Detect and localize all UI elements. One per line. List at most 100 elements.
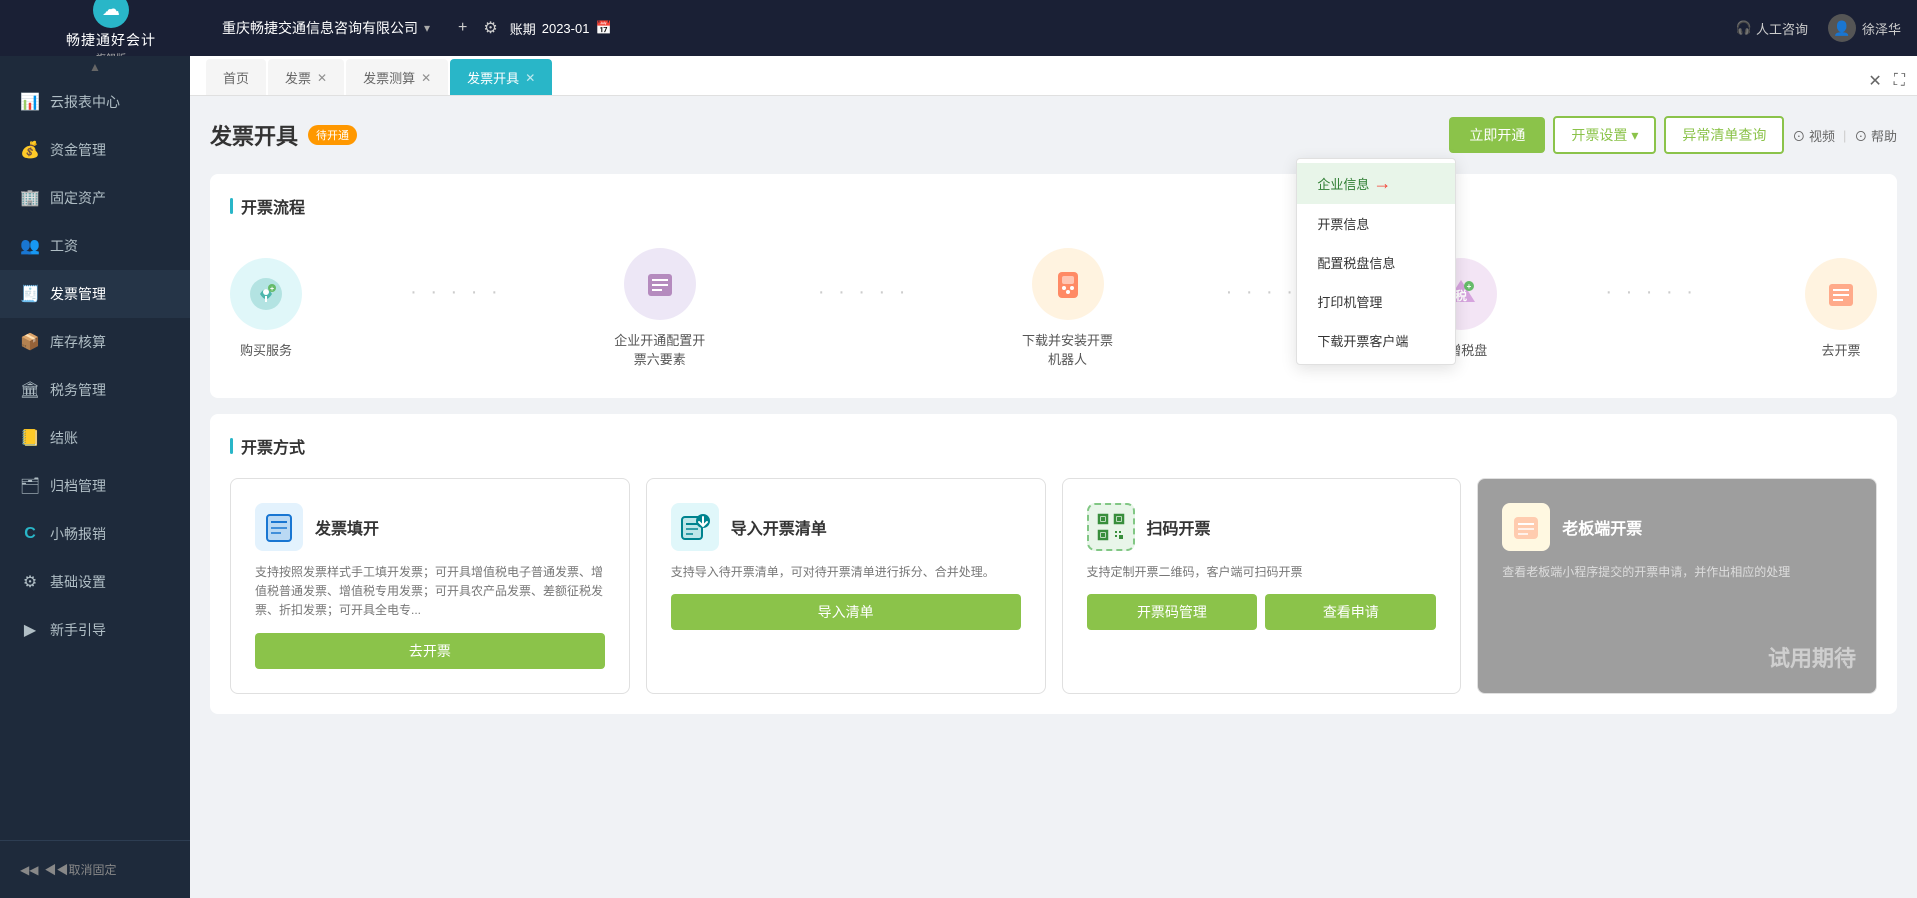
sidebar-item-inventory[interactable]: 📦 库存核算 bbox=[0, 318, 190, 366]
import-list-button[interactable]: 导入清单 bbox=[671, 594, 1021, 630]
fill-method-icon bbox=[255, 503, 303, 551]
svg-text:税: 税 bbox=[1455, 288, 1467, 303]
company-selector[interactable]: 重庆畅捷交通信息咨询有限公司 ▾ bbox=[206, 18, 446, 38]
sidebar-item-expense[interactable]: C 小畅报销 bbox=[0, 510, 190, 558]
video-button[interactable]: ⊙ 视频 bbox=[1792, 126, 1835, 145]
logo-icon: ☁ bbox=[93, 0, 129, 28]
sidebar-item-invoice-mgmt[interactable]: 🧾 发票管理 bbox=[0, 270, 190, 318]
calendar-icon: 📅 bbox=[595, 20, 611, 36]
sidebar-item-fixed-assets[interactable]: 🏢 固定资产 bbox=[0, 174, 190, 222]
sidebar-item-salary[interactable]: 👥 工资 bbox=[0, 222, 190, 270]
tab-bar: 首页 发票 ✕ 发票测算 ✕ 发票开具 ✕ ✕ ⛶ bbox=[190, 56, 1917, 96]
fixed-assets-icon: 🏢 bbox=[20, 188, 40, 208]
tab-close-button[interactable]: ✕ bbox=[1864, 67, 1885, 95]
sidebar-item-new-guide[interactable]: ▶ 新手引导 bbox=[0, 606, 190, 654]
sidebar-label-inventory: 库存核算 bbox=[50, 332, 106, 352]
import-method-desc: 支持导入待开票清单，可对待开票清单进行拆分、合并处理。 bbox=[671, 563, 1021, 582]
sidebar-item-cloud-report[interactable]: 📊 云报表中心 bbox=[0, 78, 190, 126]
flow-dots-1: · · · · · bbox=[302, 281, 610, 336]
new-guide-icon: ▶ bbox=[20, 620, 40, 640]
tab-invoice-label: 发票 bbox=[285, 68, 311, 87]
sidebar-label-fixed-assets: 固定资产 bbox=[50, 188, 106, 208]
sidebar: ▲ 📊 云报表中心 💰 资金管理 🏢 固定资产 👥 工资 🧾 发票管理 📦 库存… bbox=[0, 56, 190, 898]
sidebar-label-accounting: 结账 bbox=[50, 428, 78, 448]
sidebar-label-tax: 税务管理 bbox=[50, 380, 106, 400]
tab-invoice-open[interactable]: 发票开具 ✕ bbox=[450, 59, 552, 95]
methods-section-title: 开票方式 bbox=[230, 434, 1877, 458]
scan-method-desc: 支持定制开票二维码，客户端可扫码开票 bbox=[1087, 563, 1437, 582]
logo-symbol: ☁ bbox=[102, 0, 120, 20]
boss-method-header: 老板端开票 bbox=[1502, 503, 1852, 551]
add-button[interactable]: + bbox=[458, 19, 467, 37]
period-selector[interactable]: 账期 2023-01 📅 bbox=[510, 19, 612, 38]
tab-invoice-calc-close[interactable]: ✕ bbox=[421, 71, 431, 85]
dropdown-item-printer-mgmt[interactable]: 打印机管理 bbox=[1297, 282, 1455, 321]
boss-method-title: 老板端开票 bbox=[1562, 515, 1642, 539]
methods-section: 开票方式 bbox=[210, 414, 1897, 714]
scan-buttons: 开票码管理 查看申请 bbox=[1087, 594, 1437, 630]
tab-home[interactable]: 首页 bbox=[206, 59, 266, 95]
flow-step-2: 企业开通配置开票六要素 bbox=[610, 248, 710, 368]
methods-grid: 发票填开 支持按照发票样式手工填开发票；可开具增值税电子普通发票、增值税普通发票… bbox=[230, 478, 1877, 694]
sidebar-item-tax-mgmt[interactable]: 🏛 税务管理 bbox=[0, 366, 190, 414]
import-method-title: 导入开票清单 bbox=[731, 515, 827, 539]
company-dropdown-arrow: ▾ bbox=[424, 21, 430, 35]
tab-invoice[interactable]: 发票 ✕ bbox=[268, 59, 344, 95]
flow-step-3: 下载并安装开票机器人 bbox=[1018, 248, 1118, 368]
help-button[interactable]: ⊙ 帮助 bbox=[1854, 126, 1897, 145]
dropdown-item-company-info[interactable]: 企业信息 → bbox=[1297, 163, 1455, 204]
tax-icon: 🏛 bbox=[20, 380, 40, 400]
abnormal-query-button[interactable]: 异常清单查询 bbox=[1664, 116, 1784, 154]
user-icon: 👤 bbox=[1833, 20, 1850, 37]
sidebar-item-accounting[interactable]: 📒 结账 bbox=[0, 414, 190, 462]
activate-button[interactable]: 立即开通 bbox=[1449, 117, 1545, 153]
settings-button-label: 开票设置 bbox=[1571, 125, 1627, 145]
scroll-up-icon: ▲ bbox=[89, 60, 101, 74]
qr-manage-button[interactable]: 开票码管理 bbox=[1087, 594, 1258, 630]
user-name: 徐泽华 bbox=[1862, 19, 1901, 38]
page-title: 发票开具 待开通 bbox=[210, 119, 357, 151]
settings-dropdown-menu: 企业信息 → 开票信息 配置税盘信息 打印机管理 bbox=[1296, 158, 1456, 365]
invoice-info-label: 开票信息 bbox=[1317, 214, 1369, 233]
tab-invoice-open-close[interactable]: ✕ bbox=[525, 71, 535, 85]
sidebar-scroll-up[interactable]: ▲ bbox=[0, 56, 190, 78]
step2-icon bbox=[624, 248, 696, 320]
methods-title-text: 开票方式 bbox=[241, 434, 305, 458]
import-method-icon bbox=[671, 503, 719, 551]
period-value: 2023-01 bbox=[542, 21, 590, 36]
page-actions: 立即开通 开票设置 ▾ 企业信息 → bbox=[1449, 116, 1897, 154]
fill-invoice-button[interactable]: 去开票 bbox=[255, 633, 605, 669]
tab-invoice-open-label: 发票开具 bbox=[467, 68, 519, 87]
tab-invoice-calc[interactable]: 发票测算 ✕ bbox=[346, 59, 448, 95]
dropdown-item-invoice-info[interactable]: 开票信息 bbox=[1297, 204, 1455, 243]
support-button[interactable]: 🎧 人工咨询 bbox=[1736, 19, 1808, 38]
download-client-label: 下载开票客户端 bbox=[1317, 331, 1408, 350]
sidebar-label-new-guide: 新手引导 bbox=[50, 620, 106, 640]
step1-icon: + bbox=[230, 258, 302, 330]
cancel-fixed-button[interactable]: ◀◀ ◀◀取消固定 bbox=[0, 851, 190, 888]
inventory-icon: 📦 bbox=[20, 332, 40, 352]
page-title-text: 发票开具 bbox=[210, 119, 298, 151]
expense-icon: C bbox=[20, 524, 40, 544]
method-card-boss: 老板端开票 查看老板端小程序提交的开票申请，并作出相应的处理 试用期待 bbox=[1477, 478, 1877, 694]
cancel-fixed-icon: ◀◀ bbox=[20, 863, 38, 877]
sidebar-label-salary: 工资 bbox=[50, 236, 78, 256]
fill-method-desc: 支持按照发票样式手工填开发票；可开具增值税电子普通发票、增值税普通发票、增值税专… bbox=[255, 563, 605, 621]
sidebar-item-fund-mgmt[interactable]: 💰 资金管理 bbox=[0, 126, 190, 174]
dropdown-item-download-client[interactable]: 下载开票客户端 bbox=[1297, 321, 1455, 360]
dropdown-item-tax-config[interactable]: 配置税盘信息 bbox=[1297, 243, 1455, 282]
settings-button[interactable]: 开票设置 ▾ bbox=[1553, 116, 1656, 154]
accounting-icon: 📒 bbox=[20, 428, 40, 448]
sidebar-item-archive[interactable]: 🗂 归档管理 bbox=[0, 462, 190, 510]
view-apply-button[interactable]: 查看申请 bbox=[1265, 594, 1436, 630]
tab-expand-button[interactable]: ⛶ bbox=[1890, 68, 1909, 94]
logo-name: 畅捷通好会计 bbox=[66, 30, 156, 50]
settings-icon[interactable]: ⚙ bbox=[483, 18, 497, 38]
user-info[interactable]: 👤 徐泽华 bbox=[1828, 14, 1901, 42]
sidebar-item-basic-settings[interactable]: ⚙ 基础设置 bbox=[0, 558, 190, 606]
svg-text:+: + bbox=[1467, 282, 1472, 291]
sidebar-label-expense: 小畅报销 bbox=[50, 524, 106, 544]
video-help-area: ⊙ 视频 | ⊙ 帮助 bbox=[1792, 126, 1897, 145]
step3-icon bbox=[1032, 248, 1104, 320]
tab-invoice-close[interactable]: ✕ bbox=[317, 71, 327, 85]
